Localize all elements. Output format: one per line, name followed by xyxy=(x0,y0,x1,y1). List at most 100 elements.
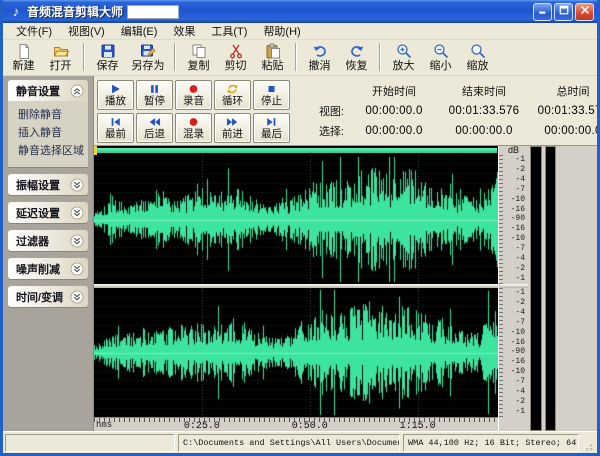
title-bar[interactable]: ♪ 音频混音剪辑大师 xyxy=(3,0,597,23)
status-file-path: C:\Documents and Settings\All Users\Docu… xyxy=(178,434,400,452)
level-meter-right xyxy=(545,146,557,431)
status-pane-empty xyxy=(5,434,175,452)
menu-effects[interactable]: 效果 xyxy=(166,22,202,40)
mix-record-button[interactable]: 混录 xyxy=(175,113,212,143)
new-button[interactable]: 新建 xyxy=(5,41,42,74)
view-row-label: 视图: xyxy=(304,103,350,119)
record-button[interactable]: 录音 xyxy=(175,80,212,110)
sidebar-item-insert-silence[interactable]: 插入静音 xyxy=(18,124,84,142)
maximize-icon xyxy=(558,3,570,21)
db-tick-label: -4 xyxy=(515,388,525,396)
toolbar-separator xyxy=(295,43,297,71)
open-button[interactable]: 打开 xyxy=(42,41,79,74)
db-unit-label: dB xyxy=(499,146,528,155)
play-button[interactable]: 播放 xyxy=(97,80,134,110)
go-start-label: 最前 xyxy=(105,128,126,140)
timeline-ruler[interactable]: hms 0:25.0 0:50.0 1:15.0 xyxy=(94,417,498,431)
view-start-time: 00:00:00.0 xyxy=(350,105,438,117)
panel-header-filters[interactable]: 过滤器 xyxy=(8,230,88,251)
go-start-button[interactable]: 最前 xyxy=(97,113,134,143)
close-button[interactable] xyxy=(575,3,594,21)
save-as-button[interactable]: 另存为 xyxy=(126,41,170,74)
chevron-up-icon[interactable] xyxy=(70,84,84,98)
playhead-marker[interactable] xyxy=(94,146,97,155)
save-button[interactable]: 保存 xyxy=(89,41,126,74)
go-end-icon xyxy=(265,116,278,128)
undo-button[interactable]: 撤消 xyxy=(301,41,338,74)
zoom-fit-button[interactable]: 缩放 xyxy=(459,41,496,74)
level-meters xyxy=(528,146,558,431)
panel-header-time-pitch[interactable]: 时间/变调 xyxy=(8,286,88,307)
zoom-in-button[interactable]: 放大 xyxy=(385,41,422,74)
db-tick-label: -2 xyxy=(515,166,525,174)
toolbar-separator xyxy=(174,43,176,71)
chevron-down-icon[interactable] xyxy=(70,262,84,276)
header-end-time: 结束时间 xyxy=(438,83,530,99)
header-total-time: 总时间 xyxy=(530,83,600,99)
record-label: 录音 xyxy=(183,95,204,107)
window-title: 音频混音剪辑大师 xyxy=(27,3,123,20)
panel-header-noise[interactable]: 噪声削减 xyxy=(8,258,88,279)
panel-title: 静音设置 xyxy=(16,83,60,99)
db-tick-label: -7 xyxy=(515,245,525,253)
menu-file[interactable]: 文件(F) xyxy=(9,22,59,40)
status-audio-format: WMA 44,100 Hz; 16 Bit; Stereo; 64 kbps; xyxy=(403,434,579,452)
db-tick-label: -4 xyxy=(515,309,525,317)
forward-button[interactable]: 前进 xyxy=(214,113,251,143)
cut-label: 剪切 xyxy=(225,59,247,73)
new-file-icon xyxy=(16,43,32,59)
minimize-button[interactable] xyxy=(533,3,552,21)
menu-tools[interactable]: 工具(T) xyxy=(204,22,254,40)
sidebar-item-silence-selection[interactable]: 静音选择区域 xyxy=(18,142,84,160)
redo-button[interactable]: 恢复 xyxy=(338,41,375,74)
panel-title: 过滤器 xyxy=(16,233,49,249)
cut-icon xyxy=(228,43,244,59)
chevron-down-icon[interactable] xyxy=(70,178,84,192)
chevron-down-icon[interactable] xyxy=(70,206,84,220)
panel-header-delay[interactable]: 延迟设置 xyxy=(8,202,88,223)
panel-amplitude-settings: 振幅设置 xyxy=(8,174,88,195)
loop-label: 循环 xyxy=(222,95,243,107)
db-tick-label: -16 xyxy=(511,206,525,214)
waveform-zone: hms 0:25.0 0:50.0 1:15.0 dB -1-2-4-7-10-… xyxy=(94,146,600,431)
menu-view[interactable]: 视图(V) xyxy=(61,22,112,40)
waveform-channel-right[interactable] xyxy=(94,288,498,417)
db-tick-label: -16 xyxy=(511,358,525,366)
cut-button[interactable]: 剪切 xyxy=(217,41,254,74)
paste-label: 粘贴 xyxy=(262,59,284,73)
chevron-down-icon[interactable] xyxy=(70,290,84,304)
toolbar-separator xyxy=(83,43,85,71)
effects-sidebar: 静音设置 删除静音 插入静音 静音选择区域 振幅设置 延迟设置 xyxy=(3,76,94,431)
selection-end-time: 00:00:00.0 xyxy=(438,125,530,137)
go-end-button[interactable]: 最后 xyxy=(253,113,290,143)
db-tick-label: -90 xyxy=(511,215,525,223)
loop-button[interactable]: 循环 xyxy=(214,80,251,110)
time-display: 开始时间 结束时间 总时间 视图: 00:00:00.0 00:01:33.57… xyxy=(304,81,600,145)
play-icon xyxy=(109,83,122,95)
menu-edit[interactable]: 编辑(E) xyxy=(114,22,165,40)
chevron-down-icon[interactable] xyxy=(70,234,84,248)
paste-icon xyxy=(265,43,281,59)
stop-button[interactable]: 停止 xyxy=(253,80,290,110)
waveform-channel-left[interactable] xyxy=(94,155,498,284)
panel-header-silence[interactable]: 静音设置 xyxy=(8,80,88,101)
view-total-time: 00:01:33.576 xyxy=(530,105,600,117)
copy-button[interactable]: 复制 xyxy=(180,41,217,74)
copy-icon xyxy=(191,43,207,59)
paste-button[interactable]: 粘贴 xyxy=(254,41,291,74)
rewind-button[interactable]: 后退 xyxy=(136,113,173,143)
maximize-button[interactable] xyxy=(554,3,573,21)
db-tick-label: -4 xyxy=(515,176,525,184)
resize-grip-icon[interactable] xyxy=(582,440,595,453)
view-end-time: 00:01:33.576 xyxy=(438,105,530,117)
panel-filters: 过滤器 xyxy=(8,230,88,251)
overview-seek-bar[interactable] xyxy=(94,146,498,155)
panel-title: 振幅设置 xyxy=(16,177,60,193)
pause-button[interactable]: 暂停 xyxy=(136,80,173,110)
panel-title: 延迟设置 xyxy=(16,205,60,221)
panel-header-amplitude[interactable]: 振幅设置 xyxy=(8,174,88,195)
menu-help[interactable]: 帮助(H) xyxy=(256,22,307,40)
zoom-out-button[interactable]: 缩小 xyxy=(422,41,459,74)
app-window: ♪ 音频混音剪辑大师 文件(F) 视图(V) 编辑(E) 效果 工具(T) 帮助… xyxy=(0,0,600,456)
sidebar-item-delete-silence[interactable]: 删除静音 xyxy=(18,106,84,124)
